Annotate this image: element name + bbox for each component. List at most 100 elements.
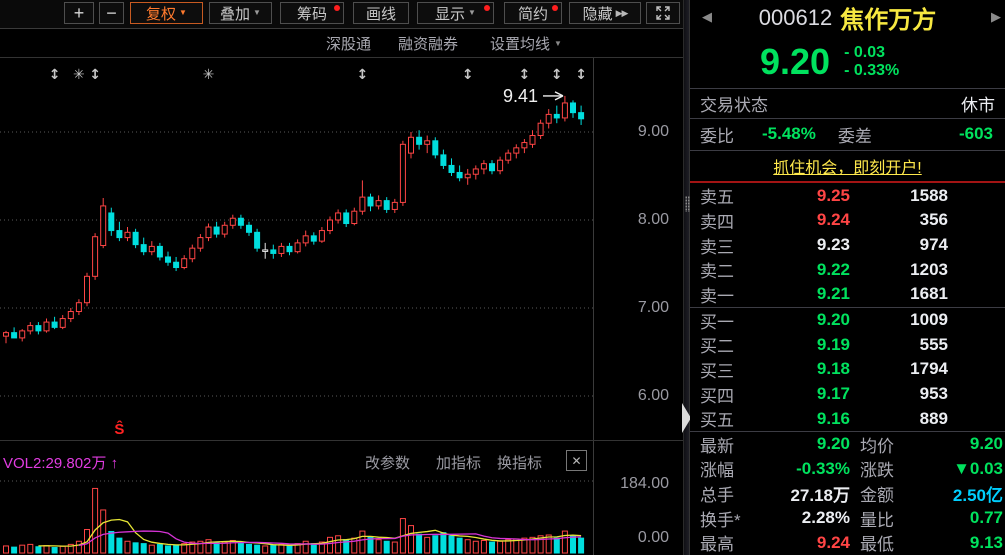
svg-text:↕: ↕: [89, 67, 101, 83]
ask-price: 9.23: [752, 235, 850, 255]
chevron-down-icon: ▼: [468, 9, 476, 17]
svg-text:✳: ✳: [73, 67, 85, 83]
bid-label: 买一: [700, 308, 752, 333]
simple-mode-button[interactable]: 简约: [504, 2, 562, 24]
trading-status-row: 交易状态 休市: [690, 89, 1005, 118]
stock-header: ◀ 000612 焦作万方 ▶: [690, 0, 1005, 36]
stat-value: 27.18万: [748, 481, 850, 506]
bid-row-5[interactable]: 买五 9.16 889: [690, 406, 1005, 431]
stat-value: 9.13: [918, 533, 1005, 553]
stat-row: 总手 27.18万 金额 2.50亿: [690, 481, 1005, 506]
svg-text:✳: ✳: [203, 67, 215, 83]
kline-chart[interactable]: ↕✳↕✳↕↕↕↕↕Ŝ9.41: [0, 58, 593, 555]
chip-distribution-button[interactable]: 筹码: [280, 2, 344, 24]
bid-label: 买三: [700, 357, 752, 382]
margin-trading-label: 融资融券: [398, 33, 458, 54]
ask-price: 9.21: [752, 284, 850, 304]
bid-label: 买四: [700, 382, 752, 407]
ask-price: 9.24: [752, 210, 850, 230]
simple-mode-label: 简约: [518, 3, 548, 24]
svg-text:↕: ↕: [462, 67, 474, 83]
close-indicator-button[interactable]: ✕: [566, 450, 587, 471]
bid-volume: 953: [850, 384, 948, 404]
switch-indicator-link[interactable]: 换指标: [497, 452, 542, 473]
ask-row-3[interactable]: 卖三 9.23 974: [690, 233, 1005, 258]
stat-value: 9.20: [918, 434, 1005, 454]
ask-label: 卖四: [700, 208, 752, 233]
margin-trading-link[interactable]: 融资融券: [398, 29, 458, 57]
stat-row: 最新 9.20 均价 9.20: [690, 432, 1005, 457]
stat-value: 2.50亿: [918, 481, 1005, 506]
display-button[interactable]: 显示▼: [417, 2, 494, 24]
overlay-button[interactable]: 叠加▼: [209, 2, 272, 24]
weicha-label: 委差: [838, 122, 872, 147]
ask-volume: 1203: [850, 260, 948, 280]
hide-button[interactable]: 隐藏▶▶: [569, 2, 641, 24]
ask-row-4[interactable]: 卖四 9.24 356: [690, 208, 1005, 233]
overlay-label: 叠加: [220, 3, 250, 24]
zoom-in-button[interactable]: +: [64, 2, 94, 24]
bid-price: 9.20: [752, 310, 850, 330]
draw-line-button[interactable]: 画线: [353, 2, 409, 24]
price-row: 9.20 - 0.03 - 0.33%: [690, 36, 1005, 88]
ma-settings-link[interactable]: 设置均线▼: [490, 29, 562, 57]
bid-volume: 555: [850, 335, 948, 355]
add-indicator-link[interactable]: 加指标: [436, 452, 481, 473]
stat-label: 最高: [700, 530, 748, 555]
price-axis: 9.00 8.00 7.00 6.00 184.00 0.00: [593, 58, 683, 555]
display-label: 显示: [435, 3, 465, 24]
ask-price: 9.22: [752, 260, 850, 280]
bid-price: 9.17: [752, 384, 850, 404]
bid-volume: 889: [850, 409, 948, 429]
order-ratio-row: 委比 -5.48% 委差 -603: [690, 119, 1005, 150]
stat-value: ▼0.03: [918, 459, 1005, 479]
bid-price: 9.18: [752, 359, 850, 379]
adjust-price-button[interactable]: 复权▼: [130, 2, 203, 24]
zoom-in-label: +: [74, 3, 85, 24]
bid-volume: 1009: [850, 310, 948, 330]
ask-label: 卖五: [700, 183, 752, 208]
bid-row-4[interactable]: 买四 9.17 953: [690, 382, 1005, 407]
double-right-arrow-icon: ▶▶: [616, 8, 628, 19]
change-percent: - 0.33%: [844, 62, 899, 80]
stat-row: 涨幅 -0.33% 涨跌 ▼0.03: [690, 457, 1005, 482]
panel-splitter[interactable]: [683, 0, 690, 555]
stat-label: 最新: [700, 432, 748, 457]
bid-row-2[interactable]: 买二 9.19 555: [690, 332, 1005, 357]
prev-stock-arrow-icon[interactable]: ◀: [702, 9, 712, 25]
status-value: 休市: [961, 91, 995, 116]
open-account-ad-link[interactable]: 抓住机会，即刻开户!: [773, 154, 921, 178]
bid-row-1[interactable]: 买一 9.20 1009: [690, 308, 1005, 333]
stat-value: -0.33%: [748, 459, 850, 479]
notification-dot-icon: [334, 5, 340, 11]
price-tick: 7.00: [638, 299, 669, 317]
shenzhen-connect-link[interactable]: 深股通: [326, 29, 371, 57]
ask-label: 卖三: [700, 233, 752, 258]
chip-label: 筹码: [297, 3, 327, 24]
stat-label: 均价: [860, 432, 918, 457]
stat-value: 0.77: [918, 508, 1005, 528]
price-tick: 9.00: [638, 123, 669, 141]
svg-text:↕: ↕: [519, 67, 531, 83]
stat-label: 最低: [860, 530, 918, 555]
price-tick: 8.00: [638, 211, 669, 229]
stat-label: 涨跌: [860, 456, 918, 481]
chart-toolbar: + − 复权▼ 叠加▼ 筹码 画线 显示▼ 简约 隐藏▶▶: [0, 0, 684, 29]
weibi-label: 委比: [700, 122, 734, 147]
fullscreen-button[interactable]: [646, 2, 680, 24]
ask-row-2[interactable]: 卖二 9.22 1203: [690, 257, 1005, 282]
ask-row-5[interactable]: 卖五 9.25 1588: [690, 183, 1005, 208]
stock-name: 焦作万方: [840, 0, 936, 35]
zoom-out-button[interactable]: −: [99, 2, 124, 24]
change-params-link[interactable]: 改参数: [365, 452, 410, 473]
svg-text:↕: ↕: [49, 67, 61, 83]
bid-row-3[interactable]: 买三 9.18 1794: [690, 357, 1005, 382]
adjust-price-label: 复权: [146, 3, 176, 24]
pane-divider: [0, 440, 684, 441]
stat-label: 总手: [700, 481, 748, 506]
bid-price: 9.16: [752, 409, 850, 429]
next-stock-arrow-icon[interactable]: ▶: [991, 9, 1001, 25]
ask-row-1[interactable]: 卖一 9.21 1681: [690, 282, 1005, 307]
volume-tick-max: 184.00: [620, 475, 669, 493]
volume-tick-zero: 0.00: [638, 529, 669, 547]
